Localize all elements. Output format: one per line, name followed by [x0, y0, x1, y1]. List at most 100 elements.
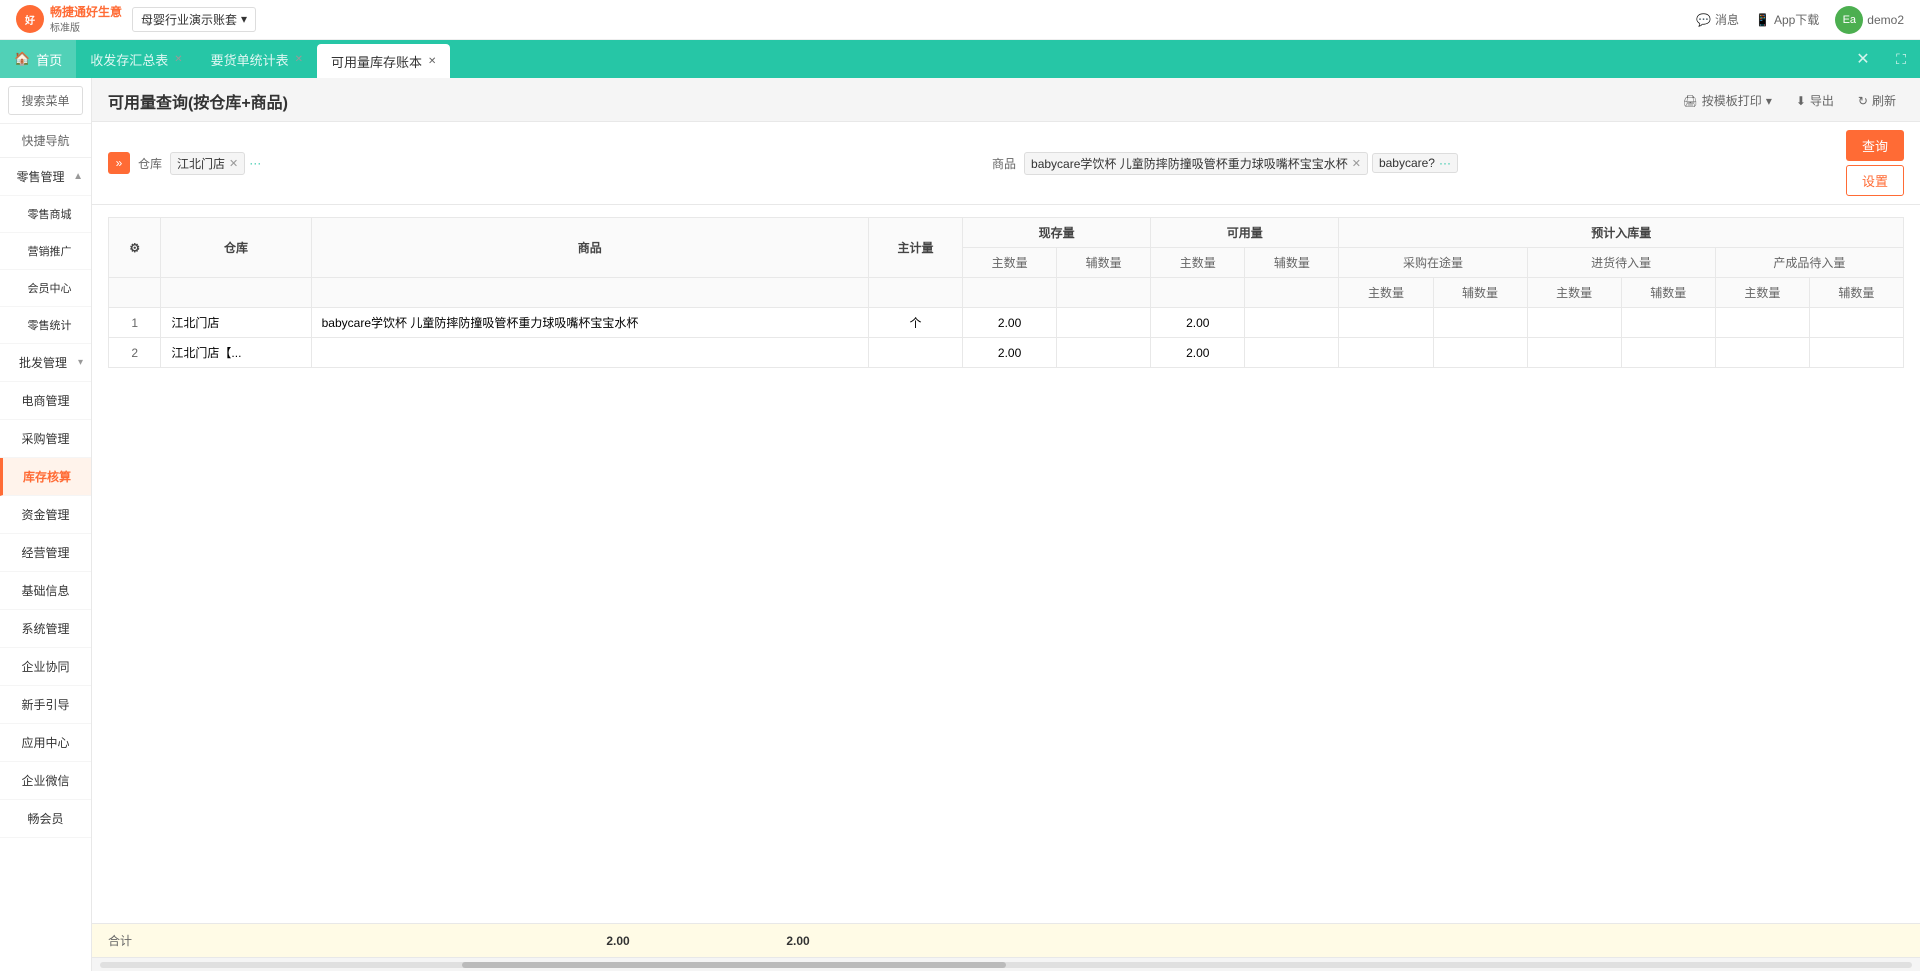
refresh-icon: ↻	[1858, 94, 1868, 108]
sidebar-item-purchase[interactable]: 采购管理	[0, 420, 91, 458]
message-icon: 💬	[1696, 13, 1711, 27]
row-num-0: 1	[109, 308, 161, 338]
remove-warehouse-tag[interactable]: ✕	[229, 157, 238, 170]
scroll-track[interactable]	[100, 962, 1912, 968]
row-prod-main-0	[1715, 308, 1809, 338]
print-btn[interactable]: 🖨 按模板打印 ▾	[1675, 88, 1780, 113]
col-incoming-header: 预计入库量	[1339, 218, 1904, 248]
sidebar-item-member[interactable]: 会员中心	[0, 270, 91, 307]
row-stock-main-1: 2.00	[963, 338, 1057, 368]
top-bar-right: 💬 消息 📱 App下载 Ea demo2	[1696, 6, 1904, 34]
sidebar-item-basic[interactable]: 基础信息	[0, 572, 91, 610]
sidebar-item-marketing[interactable]: 营销推广	[0, 233, 91, 270]
data-table: ⚙ 仓库 商品 主计量 现存量 可用量 预计入库量 主数量 辅数量 主数量 辅数…	[108, 217, 1904, 368]
remove-product-tag-1[interactable]: ✕	[1352, 157, 1361, 170]
col-stock-main: 主数量	[963, 248, 1057, 278]
query-btn[interactable]: 查询	[1846, 130, 1904, 161]
close-receipt-tab[interactable]: ✕	[174, 54, 182, 65]
sidebar-item-retail-shop[interactable]: 零售商城	[0, 196, 91, 233]
tab-receipt[interactable]: 收发存汇总表 ✕	[76, 40, 196, 78]
sidebar-item-wechat[interactable]: 企业微信	[0, 762, 91, 800]
page-title: 可用量查询(按仓库+商品)	[108, 89, 288, 113]
settings-btn[interactable]: 设置	[1846, 165, 1904, 196]
sidebar-item-retail-stats[interactable]: 零售统计	[0, 307, 91, 344]
logo-icon: 好	[16, 5, 44, 33]
row-stock-main-0: 2.00	[963, 308, 1057, 338]
avatar: Ea	[1835, 6, 1863, 34]
quick-nav-btn[interactable]: 快捷导航	[0, 124, 91, 158]
tab-order[interactable]: 要货单统计表 ✕	[197, 40, 317, 78]
nav-close-btn[interactable]: ✕	[1844, 40, 1882, 78]
search-menu-btn[interactable]: 搜索菜单	[8, 86, 83, 115]
summary-label: 合计	[108, 932, 258, 949]
close-order-tab[interactable]: ✕	[295, 54, 303, 65]
product-more[interactable]: ···	[1439, 156, 1451, 170]
refresh-btn[interactable]: ↻ 刷新	[1850, 88, 1904, 113]
product-tag-2[interactable]: babycare? ···	[1372, 153, 1458, 173]
col-transit-main: 主数量	[1527, 278, 1621, 308]
sidebar-item-ecommerce[interactable]: 电商管理	[0, 382, 91, 420]
row-stock-aux-0	[1057, 308, 1151, 338]
tab-home[interactable]: 🏠 首页	[0, 40, 76, 78]
user-area[interactable]: Ea demo2	[1835, 6, 1904, 34]
row-transit-aux-0	[1621, 308, 1715, 338]
main-layout: 搜索菜单 快捷导航 零售管理 ▲ 零售商城 营销推广 会员中心 零售统计 批发管…	[0, 78, 1920, 971]
col-purchase-main: 主数量	[1339, 278, 1433, 308]
col-settings-header[interactable]: ⚙	[109, 218, 161, 278]
warehouse-more[interactable]: ···	[249, 156, 261, 170]
product-tag-1[interactable]: babycare学饮杯 儿童防摔防撞吸管杯重力球吸嘴杯宝宝水杯 ✕	[1024, 152, 1368, 175]
sidebar-item-system[interactable]: 系统管理	[0, 610, 91, 648]
product-label: 商品	[992, 155, 1016, 172]
sidebar-item-appstore[interactable]: 应用中心	[0, 724, 91, 762]
filter-bar: » 仓库 江北门店 ✕ ··· 商品 babycare学饮杯 儿童防摔防撞吸管杯…	[92, 122, 1920, 205]
table-row: 1 江北门店 babycare学饮杯 儿童防摔防撞吸管杯重力球吸嘴杯宝宝水杯 个…	[109, 308, 1904, 338]
sidebar: 搜索菜单 快捷导航 零售管理 ▲ 零售商城 营销推广 会员中心 零售统计 批发管…	[0, 78, 92, 971]
col-avail-main: 主数量	[1151, 248, 1245, 278]
download-icon: 📱	[1755, 13, 1770, 27]
message-btn[interactable]: 💬 消息	[1696, 11, 1739, 28]
scroll-thumb[interactable]	[462, 962, 1006, 968]
tab-inventory[interactable]: 可用量库存账本 ✕	[317, 44, 450, 78]
sidebar-item-vip[interactable]: 畅会员	[0, 800, 91, 838]
filter-expand-btn[interactable]: »	[108, 152, 130, 174]
sidebar-item-retail[interactable]: 零售管理 ▲	[0, 158, 91, 196]
row-stock-aux-1	[1057, 338, 1151, 368]
warehouse-tag[interactable]: 江北门店 ✕	[170, 152, 245, 175]
top-bar: 好 畅捷通好生意 标准版 母婴行业演示账套 ▾ 💬 消息 📱 App下载 Ea …	[0, 0, 1920, 40]
col-production-subheader: 产成品待入量	[1715, 248, 1903, 278]
sidebar-item-guide[interactable]: 新手引导	[0, 686, 91, 724]
download-btn[interactable]: 📱 App下载	[1755, 11, 1819, 28]
warehouse-filter-tags: 江北门店 ✕ ···	[170, 152, 984, 175]
summary-values: 2.00 2.00	[258, 934, 1904, 948]
row-transit-main-1	[1527, 338, 1621, 368]
home-icon: 🏠	[14, 51, 30, 67]
col-purchase-subheader: 采购在途量	[1339, 248, 1527, 278]
close-inventory-tab[interactable]: ✕	[428, 56, 436, 67]
col-stock-header: 现存量	[963, 218, 1151, 248]
logo-text: 畅捷通好生意 标准版	[50, 5, 122, 34]
sidebar-item-inventory-mgmt[interactable]: 库存核算	[0, 458, 91, 496]
table-row: 2 江北门店【... 2.00 2.00	[109, 338, 1904, 368]
row-avail-aux-0	[1245, 308, 1339, 338]
sidebar-item-wholesale[interactable]: 批发管理 ▾	[0, 344, 91, 382]
col-purchase-aux: 辅数量	[1433, 278, 1527, 308]
sidebar-item-enterprise[interactable]: 企业协同	[0, 648, 91, 686]
org-selector[interactable]: 母婴行业演示账套 ▾	[132, 7, 256, 32]
row-transit-aux-1	[1621, 338, 1715, 368]
summary-stock-main: 2.00	[578, 934, 658, 948]
row-purchase-main-1	[1339, 338, 1433, 368]
summary-bar: 合计 2.00 2.00	[92, 923, 1920, 957]
scroll-bar-area	[92, 957, 1920, 971]
sidebar-search-area: 搜索菜单	[0, 78, 91, 124]
export-icon: ⬇	[1796, 94, 1806, 108]
col-unit-header: 主计量	[868, 218, 962, 278]
print-icon: 🖨	[1683, 94, 1698, 108]
col-product-header: 商品	[311, 218, 868, 278]
col-stock-aux: 辅数量	[1057, 248, 1151, 278]
sidebar-item-operations[interactable]: 经营管理	[0, 534, 91, 572]
export-btn[interactable]: ⬇ 导出	[1788, 88, 1842, 113]
row-prod-aux-1	[1809, 338, 1903, 368]
nav-expand-btn[interactable]: ⛶	[1882, 40, 1920, 78]
page-header: 可用量查询(按仓库+商品) 🖨 按模板打印 ▾ ⬇ 导出 ↻ 刷新	[92, 78, 1920, 122]
sidebar-item-finance[interactable]: 资金管理	[0, 496, 91, 534]
